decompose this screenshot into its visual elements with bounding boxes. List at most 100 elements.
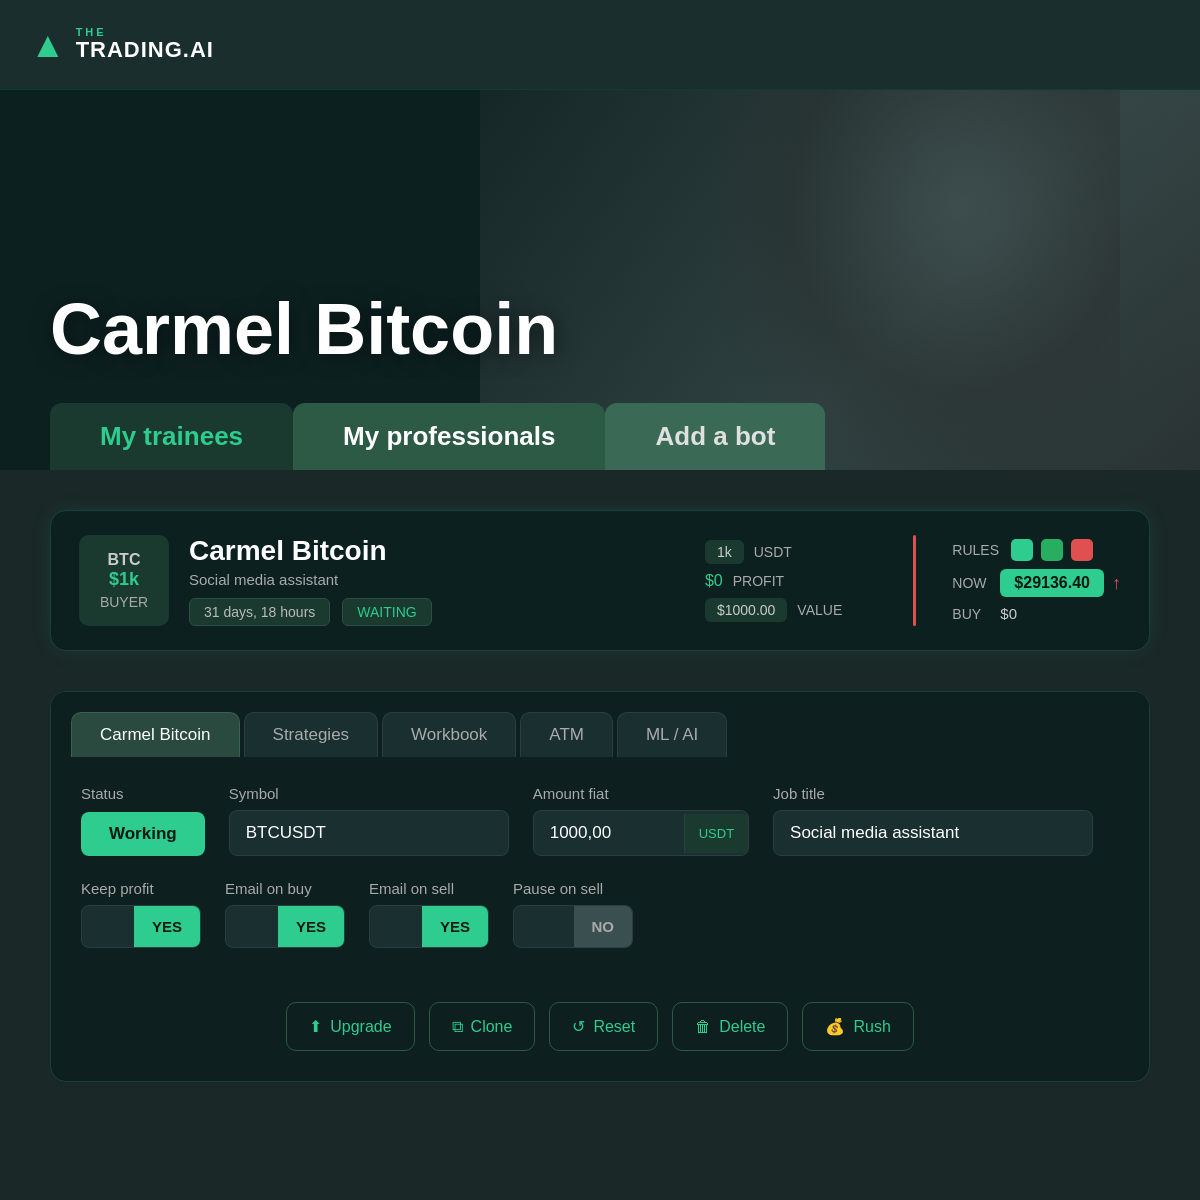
delete-label: Delete (719, 1018, 765, 1036)
rush-label: Rush (853, 1018, 890, 1036)
amount-label: Amount fiat (533, 785, 749, 802)
tabs-bar: My trainees My professionals Add a bot (50, 403, 825, 470)
status-button[interactable]: Working (81, 812, 205, 856)
bot-status-badge: WAITING (342, 598, 431, 626)
upgrade-button[interactable]: ⬆ Upgrade (286, 1002, 414, 1051)
stat-usdt-amount: 1k (705, 540, 744, 564)
emailbuy-label: Email on buy (225, 880, 345, 897)
logo-area: ▲ THE TRADING.AI (30, 26, 214, 62)
form-group-amount: Amount fiat USDT (533, 785, 749, 856)
keepprofit-yes-btn[interactable]: YES (134, 906, 200, 947)
rush-icon: 💰 (825, 1017, 845, 1036)
form-group-jobtitle: Job title (773, 785, 1093, 856)
bot-price-label: $1k (99, 569, 149, 590)
arrow-up-icon: ↑ (1112, 573, 1121, 594)
tab-add-bot[interactable]: Add a bot (605, 403, 825, 470)
hero-section: Carmel Bitcoin My trainees My profession… (0, 90, 1200, 470)
top-nav: ▲ THE TRADING.AI (0, 0, 1200, 90)
bot-type-label: BUYER (99, 594, 149, 610)
detail-panel: Carmel Bitcoin Strategies Workbook ATM M… (50, 691, 1150, 1082)
stat-profit-label: PROFIT (733, 573, 793, 589)
detail-tab-ml[interactable]: ML / AI (617, 712, 727, 757)
detail-tab-strategies[interactable]: Strategies (244, 712, 379, 757)
emailsell-yes-btn[interactable]: YES (422, 906, 488, 947)
form-area: Status Working Symbol Amount fiat USDT J… (51, 757, 1149, 982)
bot-badges: 31 days, 18 hours WAITING (189, 598, 685, 626)
symbol-input[interactable] (229, 810, 509, 856)
main-content: BTC $1k BUYER Carmel Bitcoin Social medi… (0, 470, 1200, 1200)
buy-row: BUY $0 (952, 605, 1121, 622)
buy-label: BUY (952, 606, 992, 622)
form-group-symbol: Symbol (229, 785, 509, 856)
emailsell-spacer (370, 915, 422, 939)
rule-dot-2 (1041, 539, 1063, 561)
buy-value: $0 (1000, 605, 1017, 622)
form-group-emailbuy: Email on buy YES (225, 880, 345, 948)
pausesell-no-btn[interactable]: NO (574, 906, 633, 947)
bot-name: Carmel Bitcoin (189, 535, 685, 567)
amount-input[interactable] (534, 811, 684, 855)
now-label: NOW (952, 575, 992, 591)
detail-tab-workbook[interactable]: Workbook (382, 712, 516, 757)
reset-label: Reset (593, 1018, 635, 1036)
symbol-label: Symbol (229, 785, 509, 802)
tab-my-professionals[interactable]: My professionals (293, 403, 605, 470)
tab-my-trainees[interactable]: My trainees (50, 403, 293, 470)
form-group-emailsell: Email on sell YES (369, 880, 489, 948)
clone-button[interactable]: ⧉ Clone (429, 1002, 536, 1051)
emailbuy-spacer (226, 915, 278, 939)
hero-title: Carmel Bitcoin (50, 288, 558, 370)
jobtitle-input[interactable] (773, 810, 1093, 856)
bot-coin-label: BTC (99, 551, 149, 569)
form-row-2: Keep profit YES Email on buy YES Email o… (81, 880, 1119, 948)
upgrade-icon: ⬆ (309, 1017, 322, 1036)
pausesell-label: Pause on sell (513, 880, 633, 897)
clone-label: Clone (471, 1018, 513, 1036)
reset-button[interactable]: ↺ Reset (549, 1002, 658, 1051)
now-value: $29136.40 (1000, 569, 1104, 597)
logo-triangle-icon: ▲ (30, 27, 66, 63)
stat-usdt-row: 1k USDT (705, 540, 857, 564)
bot-info: Carmel Bitcoin Social media assistant 31… (189, 535, 685, 626)
clone-icon: ⧉ (452, 1018, 463, 1036)
emailsell-label: Email on sell (369, 880, 489, 897)
pausesell-toggle: NO (513, 905, 633, 948)
stat-usdt-label: USDT (754, 544, 814, 560)
form-group-status: Status Working (81, 785, 205, 856)
rule-dot-3 (1071, 539, 1093, 561)
detail-tab-atm[interactable]: ATM (520, 712, 613, 757)
delete-icon: 🗑 (695, 1018, 711, 1036)
rules-col: RULES NOW $29136.40 ↑ BUY $0 (952, 539, 1121, 622)
jobtitle-label: Job title (773, 785, 1093, 802)
emailbuy-yes-btn[interactable]: YES (278, 906, 344, 947)
stat-profit-row: $0 PROFIT (705, 572, 857, 590)
action-row: ⬆ Upgrade ⧉ Clone ↺ Reset 🗑 Delete 💰 Rus… (51, 982, 1149, 1051)
stat-value-row: $1000.00 VALUE (705, 598, 857, 622)
bot-icon-block: BTC $1k BUYER (79, 535, 169, 626)
amount-input-wrapper: USDT (533, 810, 749, 856)
keepprofit-spacer (82, 915, 134, 939)
form-group-pausesell: Pause on sell NO (513, 880, 633, 948)
stat-value-label: VALUE (797, 602, 857, 618)
stat-divider (913, 535, 916, 626)
stat-profit-value: $0 (705, 572, 723, 590)
detail-tab-carmel[interactable]: Carmel Bitcoin (71, 712, 240, 757)
bot-card: BTC $1k BUYER Carmel Bitcoin Social medi… (50, 510, 1150, 651)
now-row: NOW $29136.40 ↑ (952, 569, 1121, 597)
bot-time-badge: 31 days, 18 hours (189, 598, 330, 626)
stat-value-amount: $1000.00 (705, 598, 787, 622)
bot-subtitle: Social media assistant (189, 571, 685, 588)
rule-dot-1 (1011, 539, 1033, 561)
logo-text: THE TRADING.AI (76, 26, 214, 62)
status-label: Status (81, 785, 205, 802)
rules-label: RULES (952, 542, 999, 558)
upgrade-label: Upgrade (330, 1018, 391, 1036)
form-row-1: Status Working Symbol Amount fiat USDT J… (81, 785, 1119, 856)
delete-button[interactable]: 🗑 Delete (672, 1002, 788, 1051)
keepprofit-label: Keep profit (81, 880, 201, 897)
form-group-keepprofit: Keep profit YES (81, 880, 201, 948)
pausesell-spacer (514, 915, 574, 939)
rules-row: RULES (952, 539, 1121, 561)
rush-button[interactable]: 💰 Rush (802, 1002, 913, 1051)
logo-trading: TRADING.AI (76, 38, 214, 62)
